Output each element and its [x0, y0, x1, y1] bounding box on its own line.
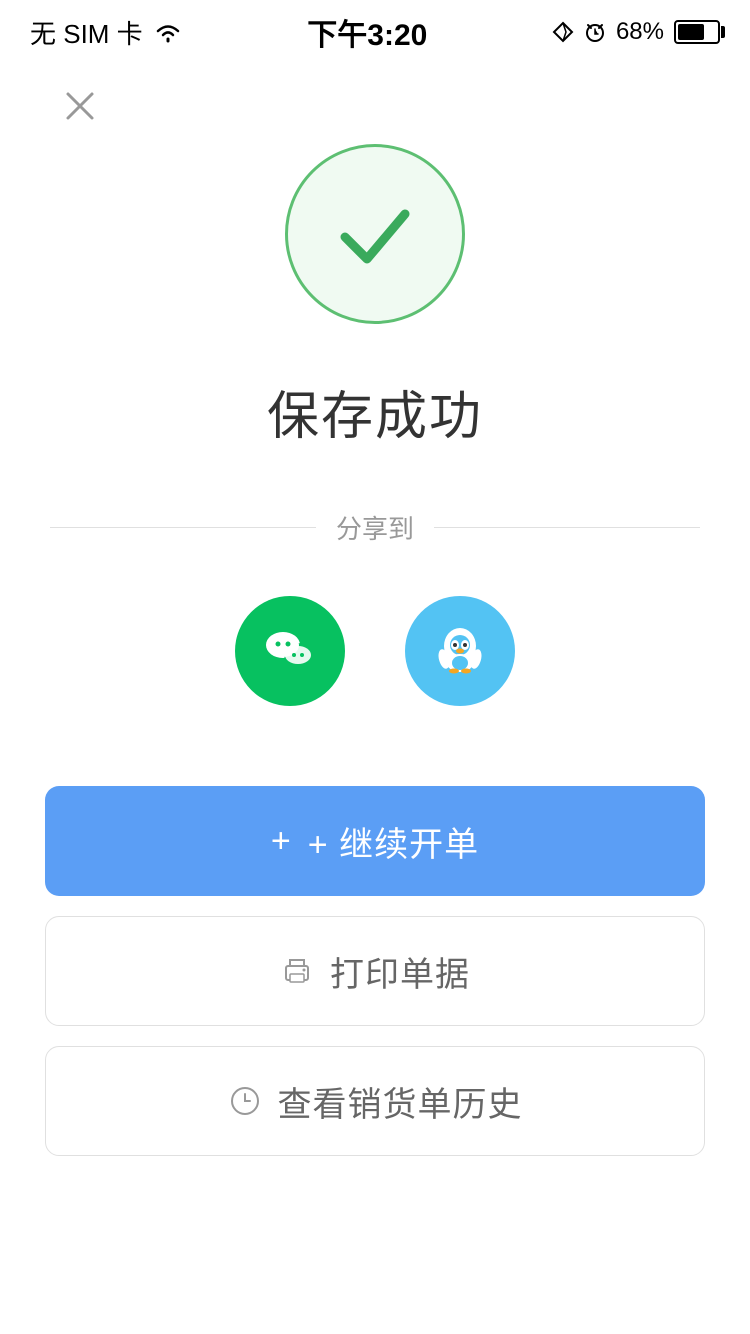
alarm-icon	[584, 21, 606, 43]
continue-order-button[interactable]: + + 继续开单	[45, 786, 705, 896]
status-bar: 无 SIM 卡 下午3:20 68%	[0, 0, 750, 64]
share-divider: 分享到	[50, 509, 700, 546]
success-indicator	[285, 144, 465, 324]
divider-right	[434, 527, 700, 528]
share-icons	[235, 596, 515, 706]
battery-text: 68%	[616, 18, 664, 46]
qq-icon	[430, 621, 490, 681]
continue-icon: +	[271, 822, 292, 861]
wechat-icon	[260, 625, 320, 677]
status-time: 下午3:20	[307, 10, 427, 54]
print-button[interactable]: 打印单据	[45, 916, 705, 1026]
main-content: 保存成功 分享到	[0, 64, 750, 1156]
share-label: 分享到	[336, 509, 414, 546]
print-icon	[280, 954, 314, 988]
history-button[interactable]: 查看销货单历史	[45, 1046, 705, 1156]
location-icon	[552, 21, 574, 43]
action-buttons: + + 继续开单 打印单据 查看销货单历史	[45, 786, 705, 1156]
divider-left	[50, 527, 316, 528]
status-left: 无 SIM 卡	[30, 14, 183, 51]
close-icon	[62, 88, 98, 124]
history-label: 查看销货单历史	[278, 1077, 523, 1126]
history-icon	[228, 1084, 262, 1118]
close-button[interactable]	[50, 76, 110, 136]
status-right: 68%	[552, 18, 720, 46]
continue-label: + 继续开单	[308, 817, 479, 866]
wifi-icon	[153, 21, 183, 43]
checkmark-icon	[330, 189, 420, 279]
battery-icon	[674, 20, 720, 44]
wechat-share-button[interactable]	[235, 596, 345, 706]
sim-label: 无 SIM 卡	[30, 14, 143, 51]
print-label: 打印单据	[330, 947, 470, 996]
success-title: 保存成功	[267, 374, 483, 449]
qq-share-button[interactable]	[405, 596, 515, 706]
